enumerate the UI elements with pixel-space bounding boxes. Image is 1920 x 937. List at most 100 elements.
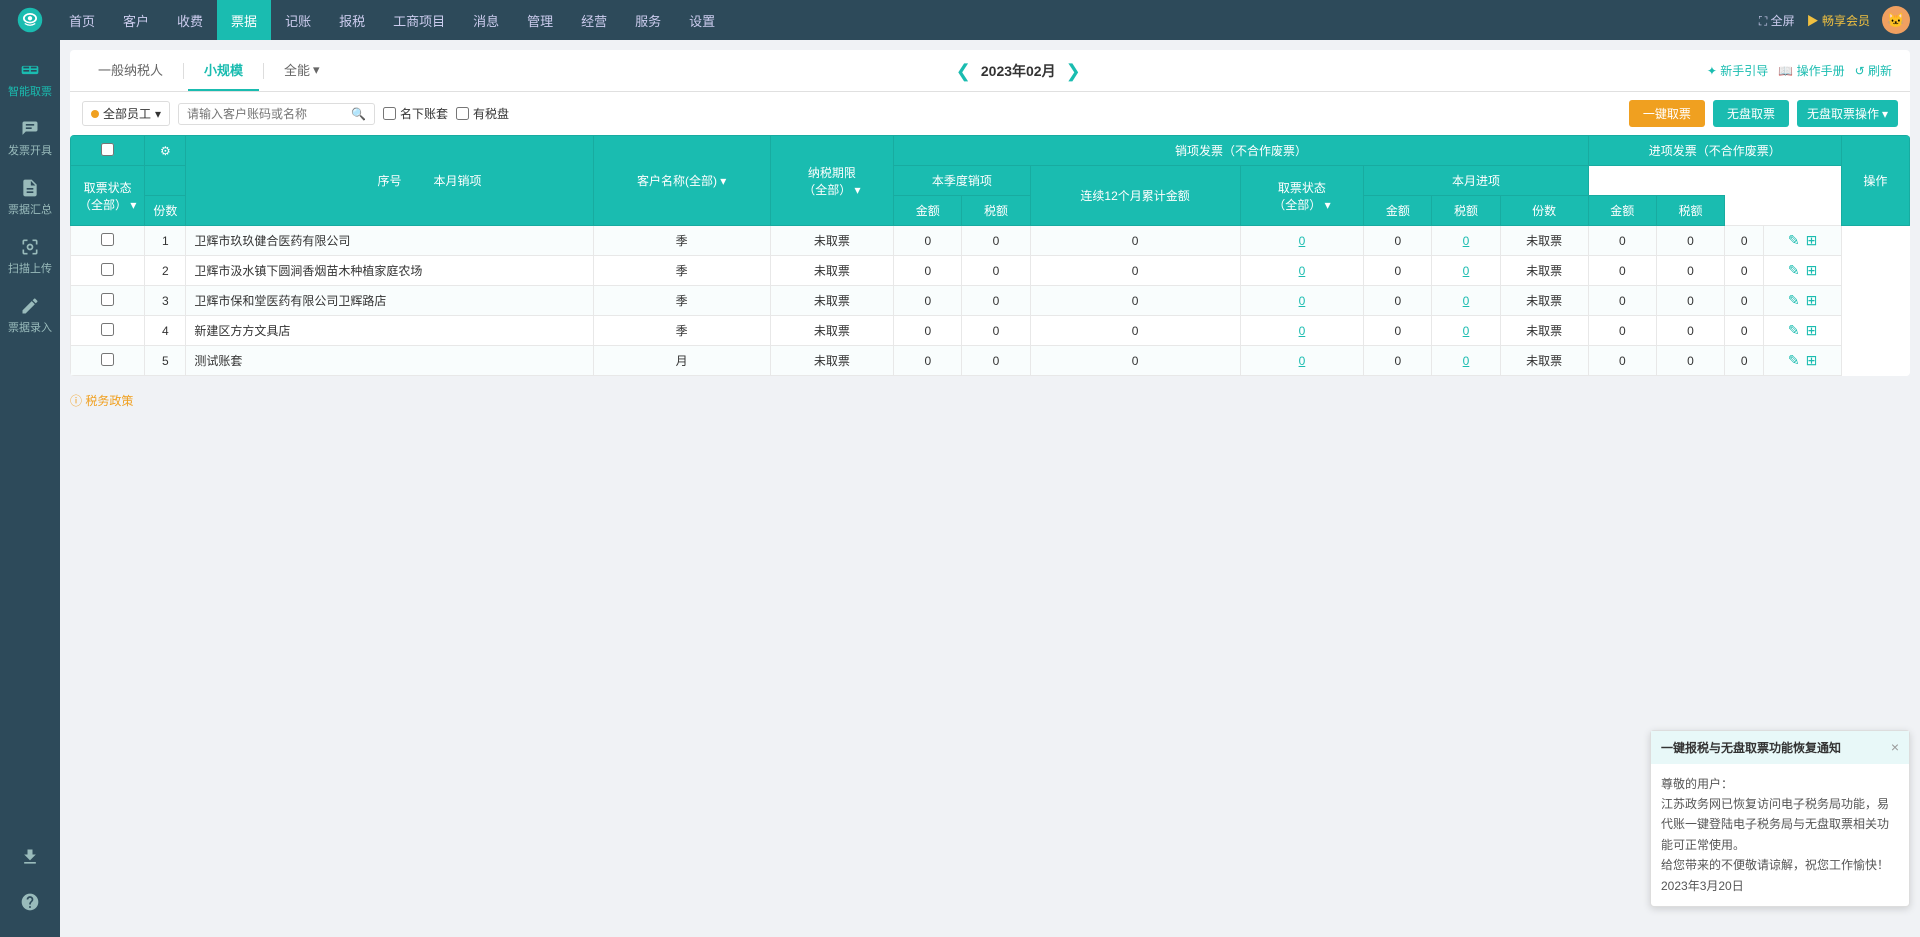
row-view-button[interactable]: ⊞	[1806, 352, 1818, 369]
settings-icon[interactable]: ⚙	[160, 144, 171, 158]
row-sales-12month[interactable]: 0	[1432, 226, 1500, 256]
row-view-button[interactable]: ⊞	[1806, 262, 1818, 279]
nav-service[interactable]: 服务	[621, 0, 675, 40]
nav-accounting[interactable]: 记账	[271, 0, 325, 40]
row-sales-quarter-amount[interactable]: 0	[1240, 316, 1364, 346]
employee-filter[interactable]: 全部员工 ▾	[82, 101, 170, 126]
notification-close-button[interactable]: ×	[1891, 739, 1899, 755]
app-logo[interactable]	[10, 6, 50, 34]
row-client-name: 卫辉市保和堂医药有限公司卫辉路店	[186, 286, 593, 316]
name-account-checkbox[interactable]	[383, 107, 396, 120]
row-checkbox[interactable]	[71, 256, 145, 286]
row-edit-button[interactable]: ✎	[1788, 232, 1800, 249]
client-name-filter-icon[interactable]: ▾	[720, 174, 726, 188]
has-tax-disk-filter[interactable]: 有税盘	[456, 105, 509, 122]
row-input-month-tax: 0	[1725, 226, 1764, 256]
row-sales-12month[interactable]: 0	[1432, 346, 1500, 376]
row-checkbox[interactable]	[71, 286, 145, 316]
row-edit-button[interactable]: ✎	[1788, 352, 1800, 369]
tax-policy-link[interactable]: 税务政策	[70, 392, 133, 409]
new-guide-button[interactable]: 新手引导	[1707, 62, 1768, 79]
sidebar-label-invoice-issue: 发票开具	[8, 142, 52, 158]
row-select-checkbox[interactable]	[101, 353, 114, 366]
nav-operation[interactable]: 经营	[567, 0, 621, 40]
row-checkbox[interactable]	[71, 226, 145, 256]
nav-fee[interactable]: 收费	[163, 0, 217, 40]
row-sales-month-count: 0	[894, 256, 962, 286]
row-sales-quarter-amount[interactable]: 0	[1240, 346, 1364, 376]
row-select-checkbox[interactable]	[101, 233, 114, 246]
row-sales-month-tax: 0	[1030, 256, 1240, 286]
row-select-checkbox[interactable]	[101, 293, 114, 306]
row-input-status: 未取票	[1500, 226, 1588, 256]
vip-button[interactable]: ▶ 畅享会员	[1807, 12, 1870, 29]
one-click-ticket-button[interactable]: 一键取票	[1629, 100, 1705, 127]
sidebar-item-invoice-issue[interactable]: 发票开具	[0, 109, 60, 168]
row-edit-button[interactable]: ✎	[1788, 292, 1800, 309]
row-sales-month-tax: 0	[1030, 316, 1240, 346]
user-avatar[interactable]: 🐱	[1882, 6, 1910, 34]
nav-settings[interactable]: 设置	[675, 0, 729, 40]
row-sales-12month[interactable]: 0	[1432, 256, 1500, 286]
row-index: 4	[145, 316, 186, 346]
sidebar-label-scan: 扫描上传	[8, 260, 52, 276]
row-view-button[interactable]: ⊞	[1806, 322, 1818, 339]
input-status-filter-icon[interactable]: ▾	[1325, 198, 1331, 212]
row-view-button[interactable]: ⊞	[1806, 232, 1818, 249]
nav-client[interactable]: 客户	[109, 0, 163, 40]
row-select-checkbox[interactable]	[101, 263, 114, 276]
tab-all-label: 全能	[284, 60, 310, 79]
nav-home[interactable]: 首页	[55, 0, 109, 40]
nav-invoice[interactable]: 票据	[217, 0, 271, 40]
period-prev-button[interactable]: ❮	[956, 62, 971, 80]
row-sales-12month[interactable]: 0	[1432, 286, 1500, 316]
row-sales-quarter-amount[interactable]: 0	[1240, 256, 1364, 286]
header-input-month-tax: 税额	[1656, 196, 1724, 226]
tab-general-taxpayer[interactable]: 一般纳税人	[82, 50, 179, 91]
row-checkbox[interactable]	[71, 316, 145, 346]
data-table-wrapper: ⚙ 序号 客户名称(全部) ▾ 纳税期限（全部） ▾ 销项发票（不合作废票） 进…	[70, 135, 1910, 376]
row-checkbox[interactable]	[71, 346, 145, 376]
row-select-checkbox[interactable]	[101, 323, 114, 336]
no-disk-ticket-button[interactable]: 无盘取票	[1713, 100, 1789, 127]
row-sales-quarter-amount[interactable]: 0	[1240, 226, 1364, 256]
refresh-button[interactable]: 刷新	[1855, 62, 1892, 79]
no-disk-ops-arrow: ▾	[1882, 107, 1888, 121]
nav-message[interactable]: 消息	[459, 0, 513, 40]
row-tax-period: 月	[593, 346, 770, 376]
header-sales-quarter-tax: 税额	[1432, 196, 1500, 226]
row-sales-12month[interactable]: 0	[1432, 316, 1500, 346]
name-account-filter[interactable]: 名下账套	[383, 105, 448, 122]
tab-all[interactable]: 全能 ▾	[268, 50, 336, 91]
row-input-month-amount: 0	[1656, 316, 1724, 346]
row-sales-status: 未取票	[770, 346, 894, 376]
search-icon[interactable]: 🔍	[351, 107, 366, 121]
nav-manage[interactable]: 管理	[513, 0, 567, 40]
tax-period-filter-icon[interactable]: ▾	[855, 183, 861, 197]
search-input[interactable]	[187, 107, 347, 121]
sidebar-label-summary: 票据汇总	[8, 201, 52, 217]
row-sales-quarter-amount[interactable]: 0	[1240, 286, 1364, 316]
manual-button[interactable]: 操作手册	[1778, 62, 1844, 79]
sidebar-item-download[interactable]	[0, 837, 60, 877]
row-edit-button[interactable]: ✎	[1788, 322, 1800, 339]
tab-small-scale[interactable]: 小规模	[188, 50, 259, 91]
sidebar-item-help[interactable]	[0, 882, 60, 922]
sidebar-item-summary[interactable]: 票据汇总	[0, 168, 60, 227]
header-input-month-amount: 金额	[1588, 196, 1656, 226]
row-edit-button[interactable]: ✎	[1788, 262, 1800, 279]
sidebar-item-smart-ticket[interactable]: 智能取票	[0, 50, 60, 109]
sales-status-filter-icon[interactable]: ▾	[130, 198, 136, 212]
row-sales-month-count: 0	[894, 226, 962, 256]
sidebar-item-scan[interactable]: 扫描上传	[0, 227, 60, 286]
nav-business[interactable]: 工商项目	[379, 0, 459, 40]
period-next-button[interactable]: ❯	[1066, 62, 1081, 80]
sidebar-item-entry[interactable]: 票据录入	[0, 286, 60, 345]
nav-tax[interactable]: 报税	[325, 0, 379, 40]
row-view-button[interactable]: ⊞	[1806, 292, 1818, 309]
select-all-checkbox[interactable]	[101, 143, 114, 156]
fullscreen-button[interactable]: ⛶ 全屏	[1759, 12, 1795, 29]
has-tax-disk-checkbox[interactable]	[456, 107, 469, 120]
row-index: 1	[145, 226, 186, 256]
no-disk-ops-button[interactable]: 无盘取票操作 ▾	[1797, 100, 1898, 127]
